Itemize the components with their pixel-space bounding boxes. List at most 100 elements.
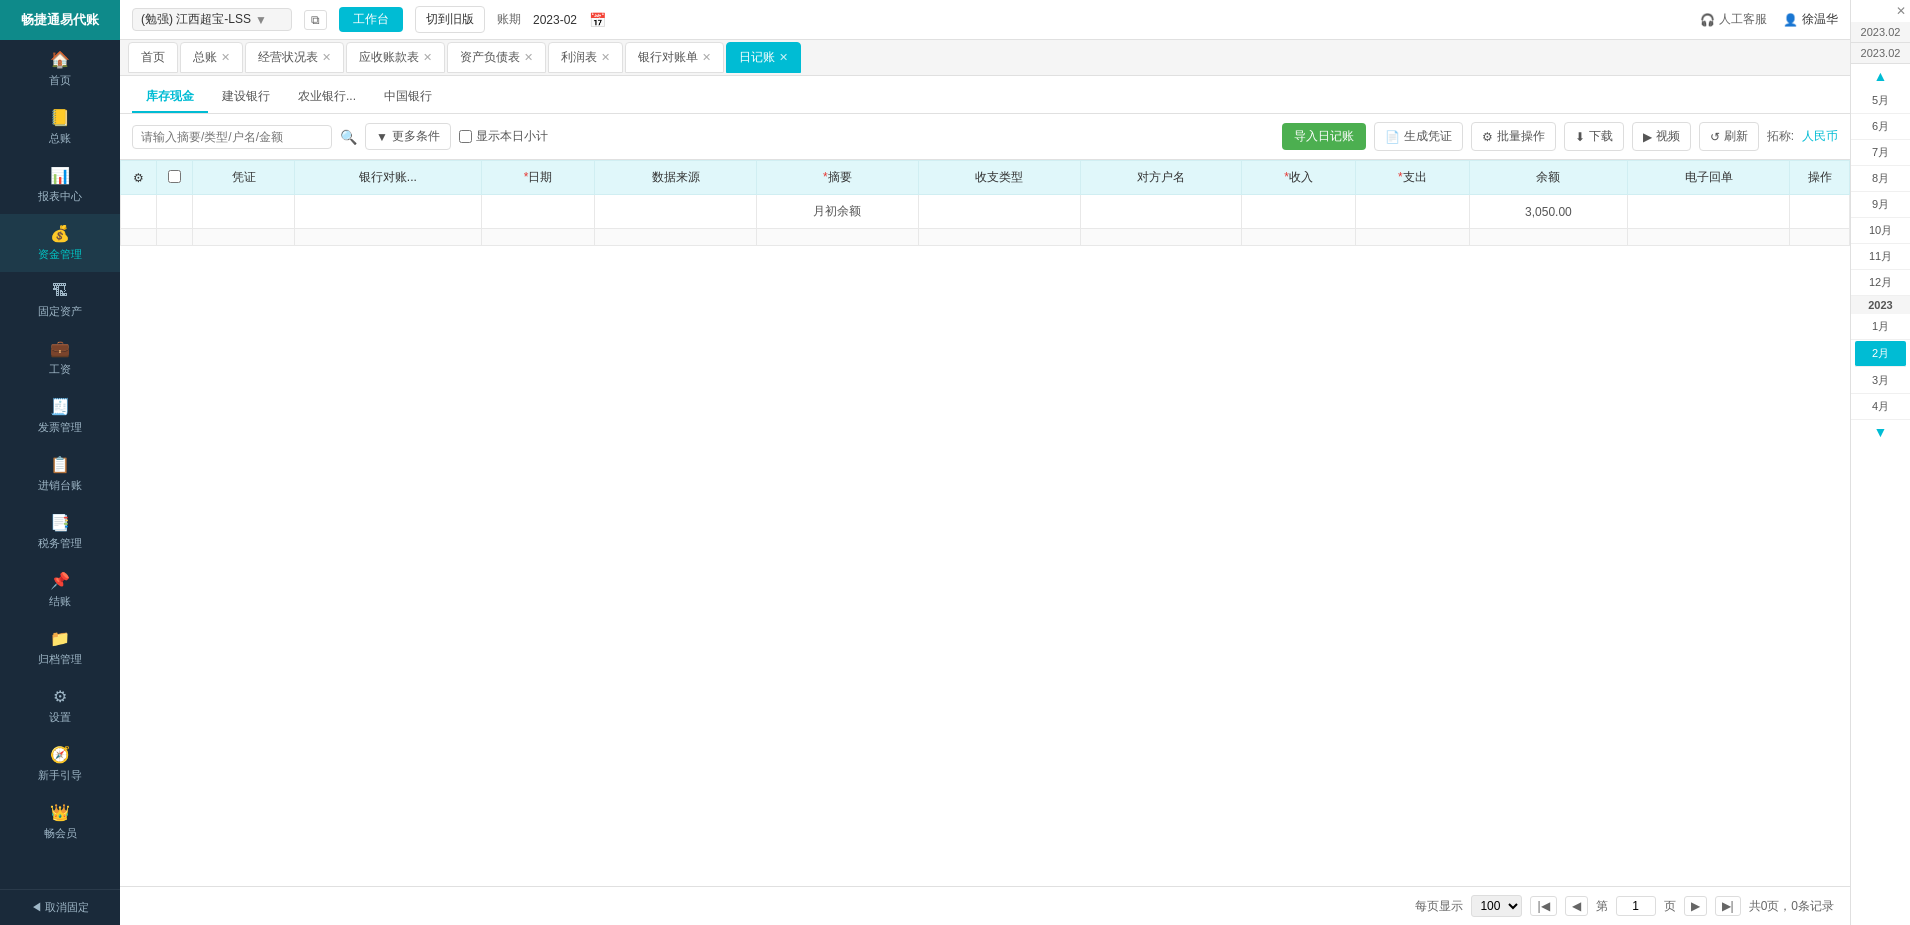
date-panel-scroll-down[interactable]: ▼ [1851, 420, 1910, 444]
tab-profit[interactable]: 利润表 ✕ [548, 42, 623, 73]
date-panel-month-7[interactable]: 7月 [1851, 140, 1910, 166]
old-version-button[interactable]: 切到旧版 [415, 6, 485, 33]
sidebar-item-purchase-sales[interactable]: 📋 进销台账 [0, 445, 120, 503]
col-voucher: 凭证 [193, 161, 295, 195]
filter-button[interactable]: ▼ 更多条件 [365, 123, 451, 150]
calendar-icon[interactable]: 📅 [589, 12, 606, 28]
date-panel-month-1[interactable]: 1月 [1851, 314, 1910, 340]
user-profile[interactable]: 👤 徐温华 [1783, 11, 1838, 28]
page-number-input[interactable] [1616, 896, 1656, 916]
sub-tab-cash[interactable]: 库存现金 [132, 82, 208, 113]
date-panel-month-10[interactable]: 10月 [1851, 218, 1910, 244]
daily-total-check[interactable] [459, 130, 472, 143]
date-panel-month-12[interactable]: 12月 [1851, 270, 1910, 296]
workspace-button[interactable]: 工作台 [339, 7, 403, 32]
last-page-button[interactable]: ▶| [1715, 896, 1741, 916]
company-selector[interactable]: (勉强) 江西超宝-LSS ▼ [132, 8, 292, 31]
currency-value[interactable]: 人民币 [1802, 128, 1838, 145]
sidebar-item-archive[interactable]: 📁 归档管理 [0, 619, 120, 677]
unpin-sidebar[interactable]: ◀ 取消固定 [0, 889, 120, 925]
sidebar-item-ledger[interactable]: 📒 总账 [0, 98, 120, 156]
sidebar-item-salary[interactable]: 💼 工资 [0, 329, 120, 387]
col-summary: *摘要 [757, 161, 919, 195]
sidebar-item-tax[interactable]: 📑 税务管理 [0, 503, 120, 561]
tab-daily-journal[interactable]: 日记账 ✕ [726, 42, 801, 73]
tab-biz-status-close[interactable]: ✕ [322, 51, 331, 64]
tab-ledger-close[interactable]: ✕ [221, 51, 230, 64]
generate-voucher-button[interactable]: 📄 生成凭证 [1374, 122, 1463, 151]
date-panel-month-11[interactable]: 11月 [1851, 244, 1910, 270]
col-settings[interactable]: ⚙ [121, 161, 157, 195]
refresh-button[interactable]: ↺ 刷新 [1699, 122, 1759, 151]
sub-tab-agricultural-bank[interactable]: 农业银行... [284, 82, 370, 113]
copy-button[interactable]: ⧉ [304, 10, 327, 30]
col-bank-reconcile: 银行对账... [295, 161, 482, 195]
date-panel-close[interactable]: ✕ [1851, 0, 1910, 22]
row1-counterparty [1080, 195, 1242, 229]
app-logo[interactable]: 畅捷通易代账 [0, 0, 120, 40]
tab-daily-journal-close[interactable]: ✕ [779, 51, 788, 64]
table-footer: 每页显示 100 50 200 |◀ ◀ 第 页 ▶ ▶| 共0页，0条记录 [120, 886, 1850, 925]
sidebar-item-salary-label: 工资 [49, 362, 71, 377]
download-button[interactable]: ⬇ 下载 [1564, 122, 1624, 151]
sidebar-item-fixed-assets[interactable]: 🏗 固定资产 [0, 272, 120, 329]
sidebar-item-home[interactable]: 🏠 首页 [0, 40, 120, 98]
company-name: (勉强) 江西超宝-LSS [141, 11, 251, 28]
sidebar-item-invoice-label: 发票管理 [38, 420, 82, 435]
select-all-checkbox[interactable] [168, 170, 181, 183]
sidebar-item-report-label: 报表中心 [38, 189, 82, 204]
sidebar-item-settings[interactable]: ⚙ 设置 [0, 677, 120, 735]
customer-service[interactable]: 🎧 人工客服 [1700, 11, 1767, 28]
daily-total-checkbox[interactable]: 显示本日小计 [459, 128, 548, 145]
tab-receivable-close[interactable]: ✕ [423, 51, 432, 64]
row2-balance [1469, 229, 1628, 246]
row1-income [1242, 195, 1356, 229]
tab-bank-reconcile-close[interactable]: ✕ [702, 51, 711, 64]
first-page-button[interactable]: |◀ [1530, 896, 1556, 916]
close-icon[interactable]: ✕ [1896, 4, 1906, 18]
sidebar-item-capital[interactable]: 💰 资金管理 [0, 214, 120, 272]
tab-assets-liabilities-close[interactable]: ✕ [524, 51, 533, 64]
topbar-right: 🎧 人工客服 👤 徐温华 [1700, 11, 1838, 28]
date-panel-month-5[interactable]: 5月 [1851, 88, 1910, 114]
company-dropdown-arrow: ▼ [255, 13, 267, 27]
sub-tab-china-bank[interactable]: 中国银行 [370, 82, 446, 113]
tab-receivable[interactable]: 应收账款表 ✕ [346, 42, 445, 73]
date-panel-month-9[interactable]: 9月 [1851, 192, 1910, 218]
sidebar-item-guide[interactable]: 🧭 新手引导 [0, 735, 120, 793]
date-panel-month-3[interactable]: 3月 [1851, 368, 1910, 394]
batch-operation-button[interactable]: ⚙ 批量操作 [1471, 122, 1556, 151]
import-journal-button[interactable]: 导入日记账 [1282, 123, 1366, 150]
date-panel-month-2[interactable]: 2月 [1855, 341, 1906, 367]
col-checkbox[interactable] [157, 161, 193, 195]
sidebar: 畅捷通易代账 🏠 首页 📒 总账 📊 报表中心 💰 资金管理 🏗 固定资产 💼 … [0, 0, 120, 925]
video-button[interactable]: ▶ 视频 [1632, 122, 1691, 151]
sidebar-item-close-account[interactable]: 📌 结账 [0, 561, 120, 619]
tab-assets-liabilities[interactable]: 资产负债表 ✕ [447, 42, 546, 73]
purchase-sales-icon: 📋 [50, 455, 70, 474]
next-page-button[interactable]: ▶ [1684, 896, 1707, 916]
row2-checkbox[interactable] [157, 229, 193, 246]
sidebar-item-member[interactable]: 👑 畅会员 [0, 793, 120, 851]
tab-biz-status[interactable]: 经营状况表 ✕ [245, 42, 344, 73]
sidebar-item-report[interactable]: 📊 报表中心 [0, 156, 120, 214]
tab-bank-reconcile[interactable]: 银行对账单 ✕ [625, 42, 724, 73]
sidebar-item-guide-label: 新手引导 [38, 768, 82, 783]
row1-checkbox[interactable] [157, 195, 193, 229]
table-toolbar: 🔍 ▼ 更多条件 显示本日小计 导入日记账 📄 生成凭证 ⚙ 批 [120, 114, 1850, 160]
search-input[interactable] [132, 125, 332, 149]
date-panel-month-8[interactable]: 8月 [1851, 166, 1910, 192]
col-data-source: 数据来源 [595, 161, 757, 195]
sidebar-item-invoice[interactable]: 🧾 发票管理 [0, 387, 120, 445]
page-size-select[interactable]: 100 50 200 [1471, 895, 1522, 917]
tab-profit-close[interactable]: ✕ [601, 51, 610, 64]
date-panel-scroll-up[interactable]: ▲ [1851, 64, 1910, 88]
search-icon[interactable]: 🔍 [340, 129, 357, 145]
tab-ledger[interactable]: 总账 ✕ [180, 42, 243, 73]
sub-tab-construction-bank[interactable]: 建设银行 [208, 82, 284, 113]
row1-bank-reconcile [295, 195, 482, 229]
date-panel-month-6[interactable]: 6月 [1851, 114, 1910, 140]
date-panel-month-4[interactable]: 4月 [1851, 394, 1910, 420]
prev-page-button[interactable]: ◀ [1565, 896, 1588, 916]
tab-home[interactable]: 首页 [128, 42, 178, 73]
